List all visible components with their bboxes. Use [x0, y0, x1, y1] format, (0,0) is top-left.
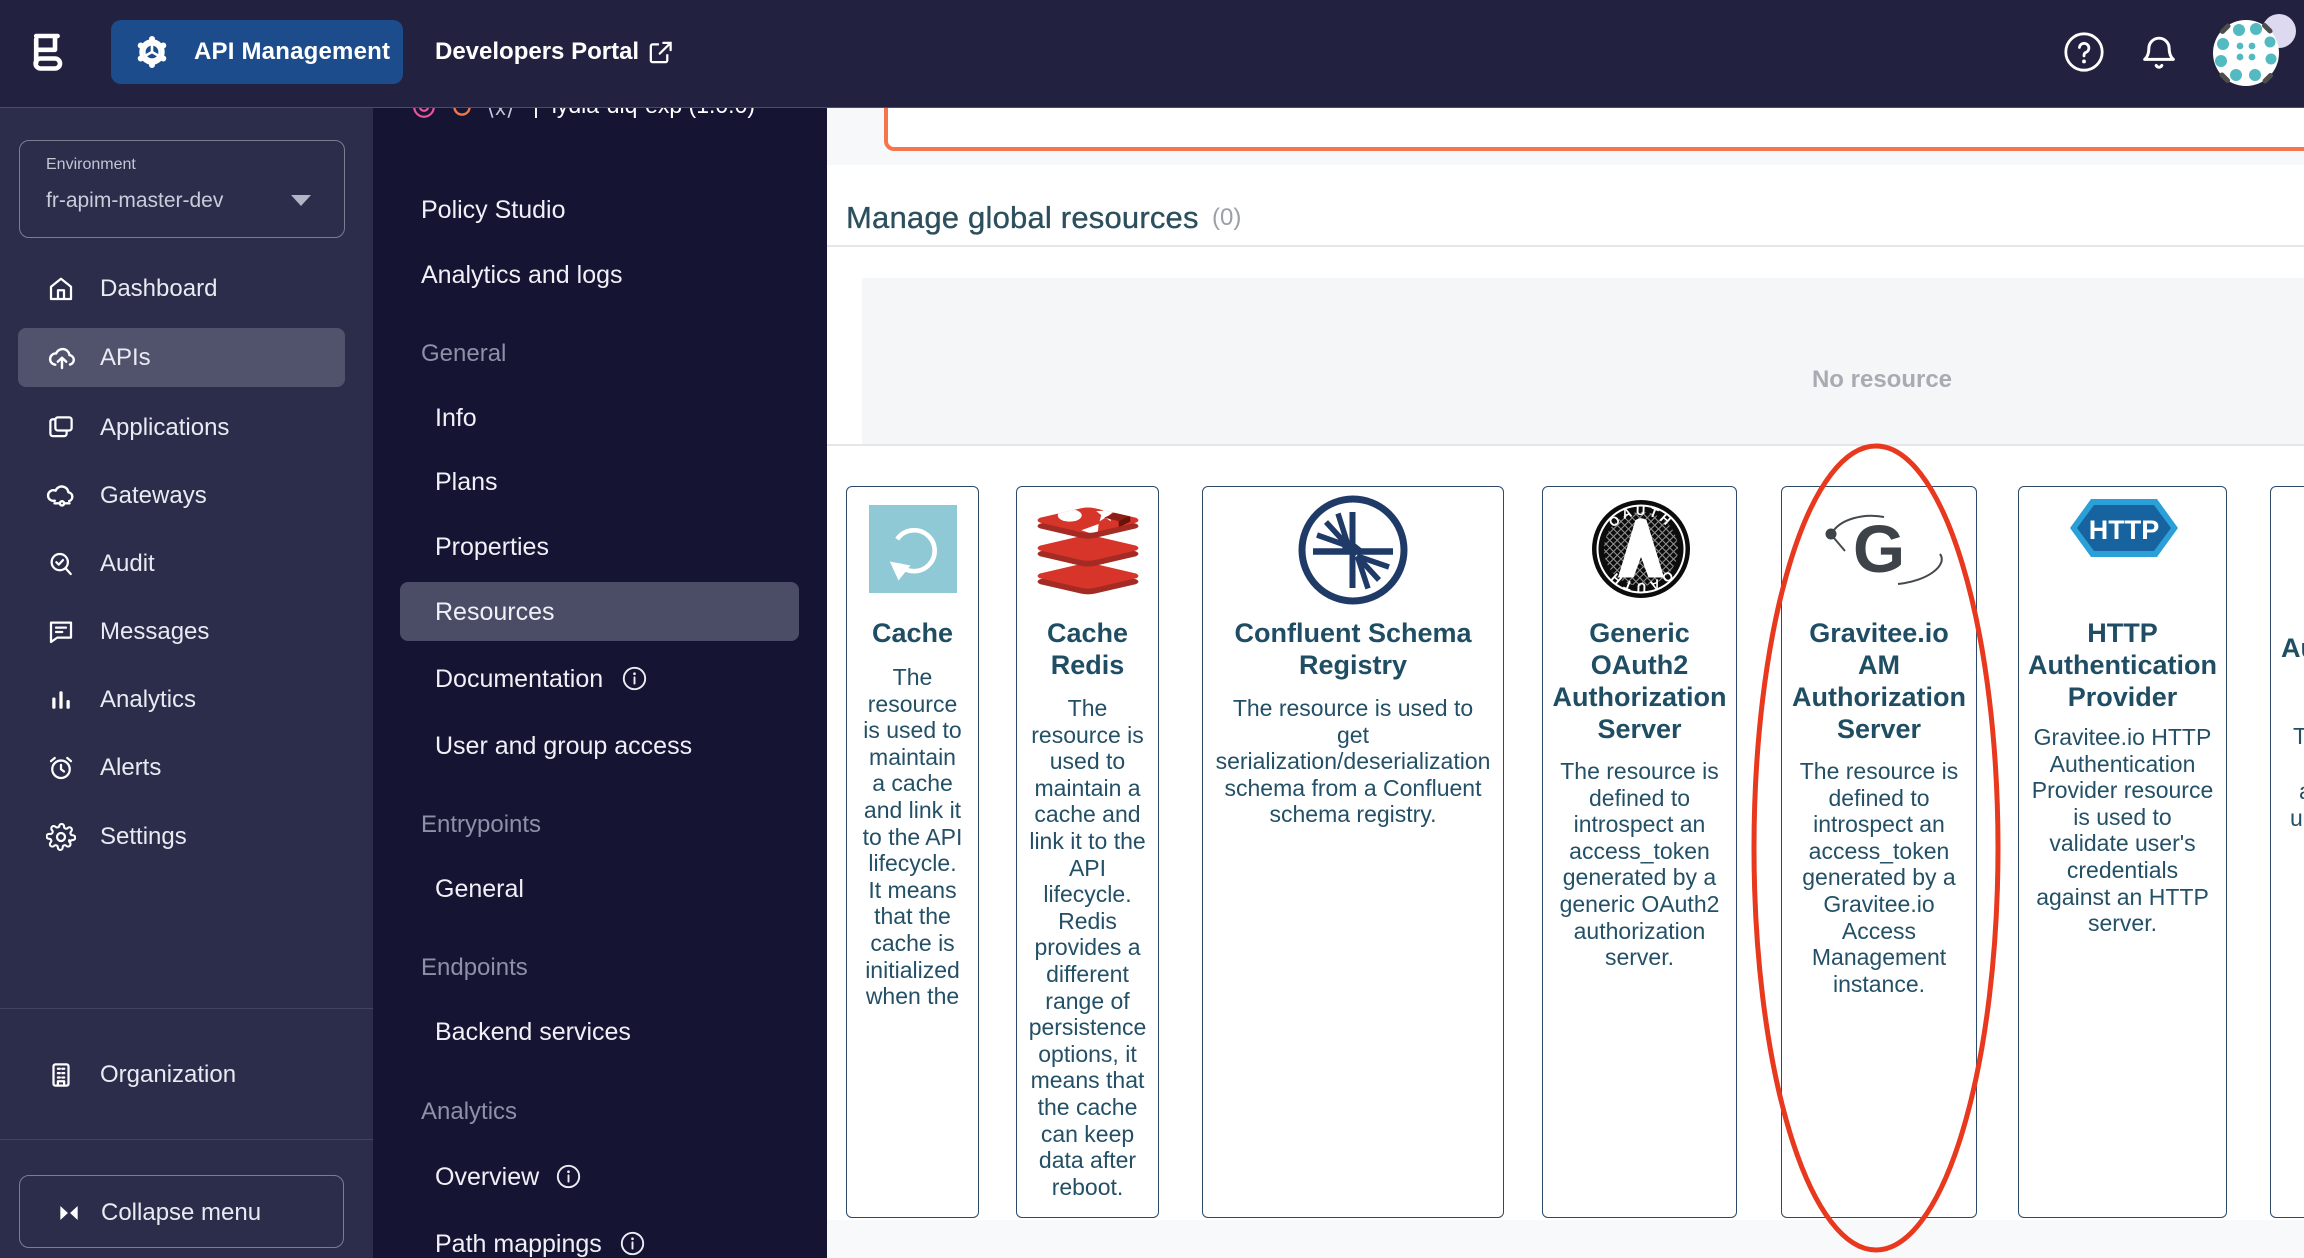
svg-text:HTTP: HTTP	[2089, 515, 2160, 545]
